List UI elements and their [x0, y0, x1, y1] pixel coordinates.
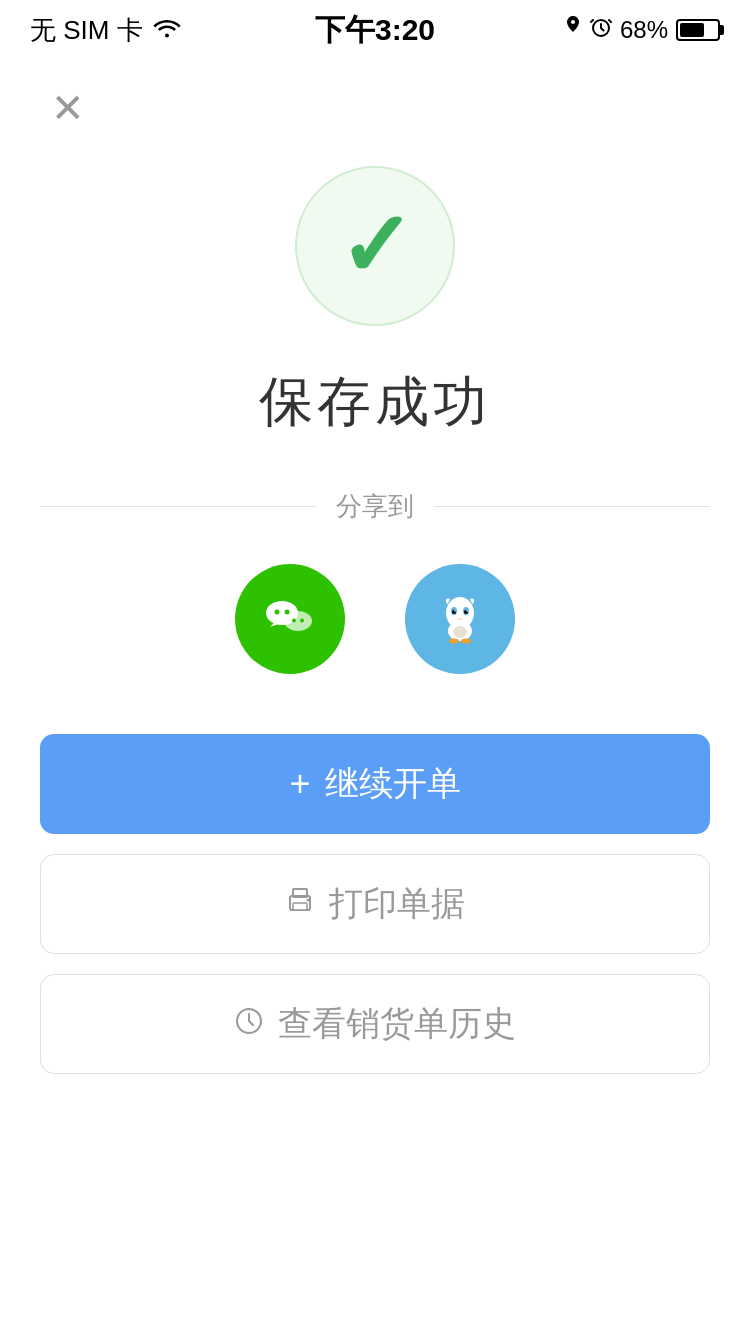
- history-button[interactable]: 查看销货单历史: [40, 974, 710, 1074]
- share-wechat-button[interactable]: [235, 564, 345, 674]
- checkmark-icon: ✓: [338, 201, 413, 291]
- plus-icon: +: [289, 763, 310, 805]
- status-right-icons: 68%: [564, 16, 720, 44]
- wechat-icon: [258, 587, 322, 651]
- history-label: 查看销货单历史: [278, 1001, 516, 1047]
- battery-icon: [676, 19, 720, 41]
- svg-point-6: [300, 619, 304, 623]
- divider-right: [434, 506, 710, 507]
- svg-point-10: [454, 610, 456, 612]
- divider-left: [40, 506, 316, 507]
- status-carrier: 无 SIM 卡: [30, 13, 181, 48]
- location-icon: [564, 16, 582, 44]
- status-bar: 无 SIM 卡 下午3:20 68%: [0, 0, 750, 60]
- svg-point-4: [285, 610, 290, 615]
- svg-point-16: [449, 639, 459, 644]
- continue-button[interactable]: + 继续开单: [40, 734, 710, 834]
- close-button[interactable]: ✕: [40, 80, 96, 136]
- status-time: 下午3:20: [315, 10, 435, 51]
- close-icon: ✕: [51, 88, 85, 128]
- qq-icon: [430, 589, 490, 649]
- svg-point-17: [461, 639, 471, 644]
- svg-point-5: [292, 619, 296, 623]
- share-divider-text: 分享到: [336, 489, 414, 524]
- svg-point-13: [466, 610, 468, 612]
- svg-point-3: [275, 610, 280, 615]
- wifi-icon: [153, 16, 181, 44]
- success-title: 保存成功: [259, 366, 491, 439]
- print-icon: [285, 887, 315, 922]
- svg-rect-20: [293, 903, 307, 910]
- continue-label: 继续开单: [325, 761, 461, 807]
- history-icon: [234, 1006, 264, 1043]
- svg-point-15: [453, 626, 467, 638]
- carrier-text: 无 SIM 卡: [30, 13, 143, 48]
- main-content: ✕ ✓ 保存成功 分享到: [0, 60, 750, 1114]
- svg-point-21: [307, 898, 310, 901]
- alarm-icon: [590, 16, 612, 44]
- share-icons-container: [235, 564, 515, 674]
- battery-percentage: 68%: [620, 16, 668, 44]
- action-buttons-container: + 继续开单 打印单据 查看销货单历史: [40, 734, 710, 1074]
- success-icon-wrapper: ✓: [295, 166, 455, 326]
- share-divider-section: 分享到: [40, 489, 710, 524]
- print-button[interactable]: 打印单据: [40, 854, 710, 954]
- print-label: 打印单据: [329, 881, 465, 927]
- share-qq-button[interactable]: [405, 564, 515, 674]
